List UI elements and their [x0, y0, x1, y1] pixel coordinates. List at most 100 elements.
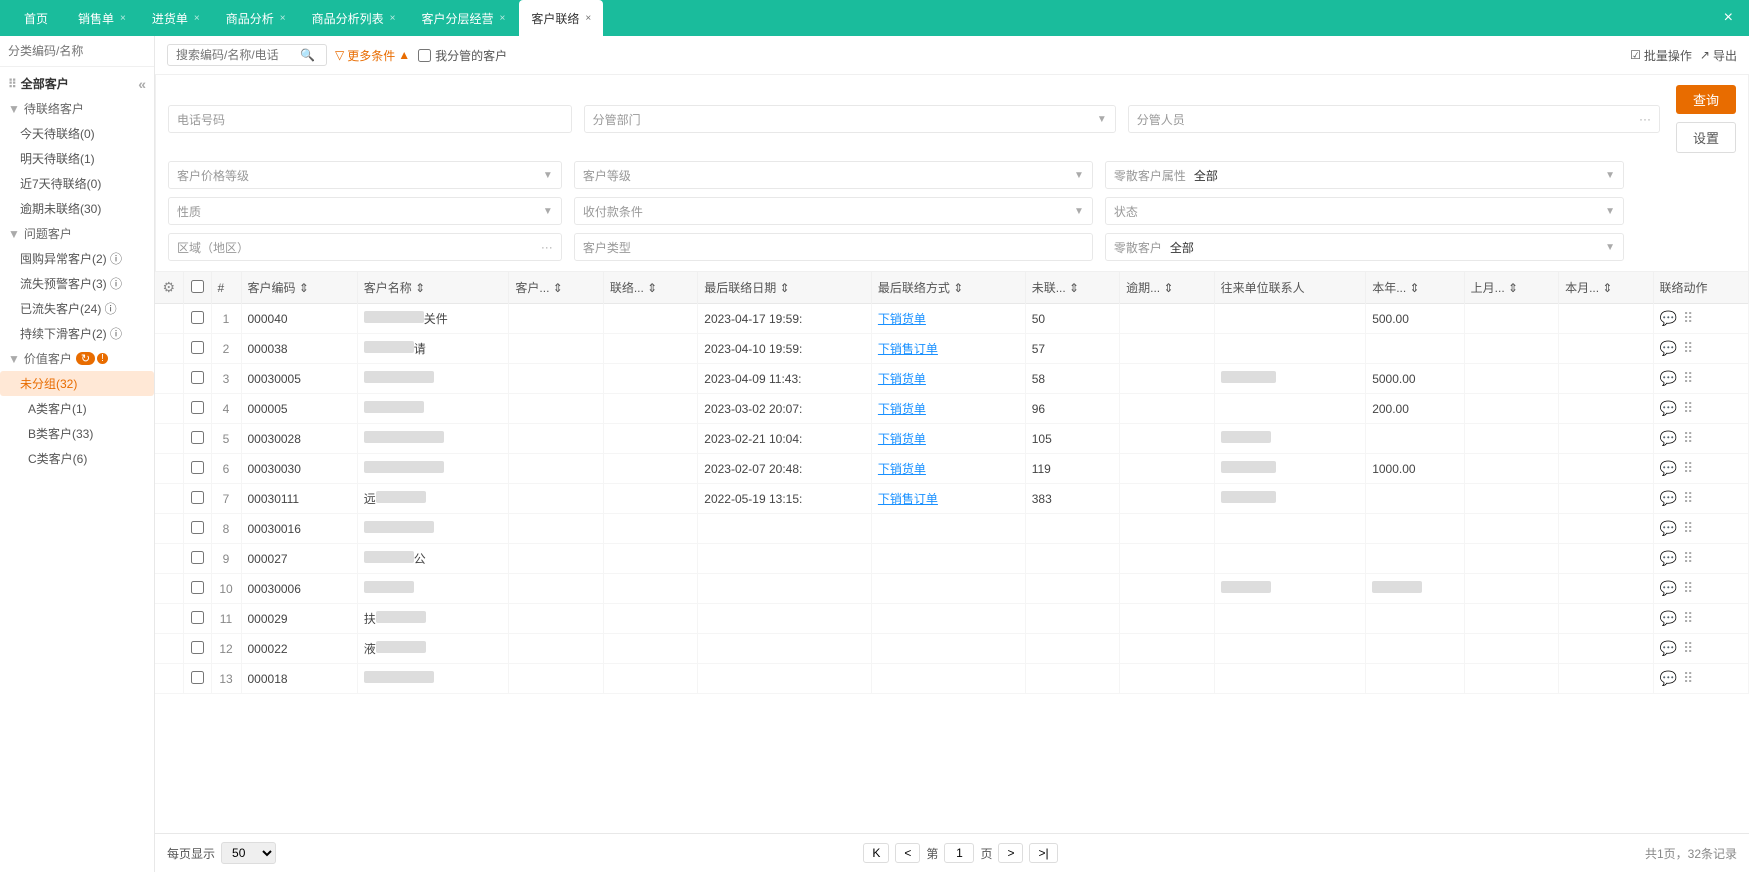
- sidebar-search-input[interactable]: [8, 44, 155, 58]
- sidebar-item-churned[interactable]: 已流失客户(24) ⓘ: [0, 296, 154, 321]
- search-input[interactable]: [176, 48, 296, 62]
- tab-sales[interactable]: 销售单 ×: [66, 0, 138, 36]
- sidebar-collapse-btn[interactable]: «: [138, 76, 146, 92]
- row-checkbox-cell[interactable]: [183, 574, 211, 604]
- row-checkbox-cell[interactable]: [183, 544, 211, 574]
- bulk-ops-button[interactable]: ☑ 批量操作: [1630, 47, 1692, 64]
- first-page-button[interactable]: K: [863, 843, 889, 863]
- sidebar-item-ungroup[interactable]: 未分组(32): [0, 371, 154, 396]
- query-button[interactable]: 查询: [1676, 85, 1736, 114]
- field-phone[interactable]: 电话号码: [168, 105, 572, 133]
- field-manager[interactable]: 分管人员 ···: [1128, 105, 1660, 133]
- field-nature[interactable]: 性质 ▼: [168, 197, 562, 225]
- chat-icon[interactable]: 💬: [1660, 370, 1677, 387]
- field-dept[interactable]: 分管部门 ▼: [584, 105, 1116, 133]
- tab-goods-list-close[interactable]: ×: [390, 13, 396, 24]
- sidebar-item-churn-warning[interactable]: 流失预警客户(3) ⓘ: [0, 271, 154, 296]
- row-last-way[interactable]: 下销货单: [871, 394, 1025, 424]
- row-last-way[interactable]: 下销货单: [871, 454, 1025, 484]
- row-checkbox-cell[interactable]: [183, 664, 211, 694]
- row-checkbox-cell[interactable]: [183, 304, 211, 334]
- grid-action-icon[interactable]: ⠿: [1683, 550, 1693, 567]
- my-customers-toggle[interactable]: 我分管的客户: [418, 47, 507, 64]
- tab-goods-analysis-close[interactable]: ×: [280, 13, 286, 24]
- grid-action-icon[interactable]: ⠿: [1683, 580, 1693, 597]
- col-checkbox[interactable]: [183, 272, 211, 304]
- tab-goods-analysis[interactable]: 商品分析 ×: [214, 0, 298, 36]
- field-phone-input[interactable]: [233, 112, 563, 126]
- sidebar-item-declining[interactable]: 持续下滑客户(2) ⓘ: [0, 321, 154, 346]
- page-number-input[interactable]: [944, 843, 974, 863]
- row-checkbox-cell[interactable]: [183, 424, 211, 454]
- field-retail-customer[interactable]: 零散客户 全部 ▼: [1105, 233, 1624, 261]
- field-status[interactable]: 状态 ▼: [1105, 197, 1624, 225]
- close-all-tabs[interactable]: ×: [1716, 9, 1741, 27]
- col-last-way[interactable]: 最后联络方式 ⇕: [871, 272, 1025, 304]
- export-button[interactable]: ↗ 导出: [1700, 47, 1737, 64]
- col-overdue[interactable]: 逾期... ⇕: [1120, 272, 1214, 304]
- grid-action-icon[interactable]: ⠿: [1683, 400, 1693, 417]
- grid-action-icon[interactable]: ⠿: [1683, 460, 1693, 477]
- chat-icon[interactable]: 💬: [1660, 520, 1677, 537]
- page-size-select-input[interactable]: 50 20 100: [221, 842, 276, 864]
- grid-action-icon[interactable]: ⠿: [1683, 670, 1693, 687]
- next-page-button[interactable]: >: [998, 843, 1023, 863]
- chat-icon[interactable]: 💬: [1660, 430, 1677, 447]
- col-last-date[interactable]: 最后联络日期 ⇕: [698, 272, 872, 304]
- grid-action-icon[interactable]: ⠿: [1683, 370, 1693, 387]
- grid-action-icon[interactable]: ⠿: [1683, 340, 1693, 357]
- field-price-level[interactable]: 客户价格等级 ▼: [168, 161, 562, 189]
- tab-home[interactable]: 首页: [8, 0, 64, 36]
- field-payment[interactable]: 收付款条件 ▼: [574, 197, 1093, 225]
- col-this-month[interactable]: 本月... ⇕: [1559, 272, 1653, 304]
- more-conditions-toggle[interactable]: ▽ 更多条件 ▲: [335, 47, 410, 64]
- grid-action-icon[interactable]: ⠿: [1683, 310, 1693, 327]
- tab-customer-contact-close[interactable]: ×: [585, 13, 591, 24]
- chat-icon[interactable]: 💬: [1660, 610, 1677, 627]
- tab-customer-contact[interactable]: 客户联络 ×: [519, 0, 603, 36]
- prev-page-button[interactable]: <: [895, 843, 920, 863]
- col-name[interactable]: 客户名称 ⇕: [357, 272, 509, 304]
- chat-icon[interactable]: 💬: [1660, 550, 1677, 567]
- col-last-month[interactable]: 上月... ⇕: [1464, 272, 1558, 304]
- group-problem-customers[interactable]: ▼ 问题客户: [0, 221, 154, 246]
- row-checkbox-cell[interactable]: [183, 484, 211, 514]
- sidebar-item-hoarding[interactable]: 囤购异常客户(2) ⓘ: [0, 246, 154, 271]
- row-checkbox-cell[interactable]: [183, 454, 211, 484]
- row-last-way[interactable]: 下销售订单: [871, 334, 1025, 364]
- row-last-way[interactable]: 下销货单: [871, 424, 1025, 454]
- chat-icon[interactable]: 💬: [1660, 400, 1677, 417]
- row-last-way[interactable]: 下销售订单: [871, 484, 1025, 514]
- field-customer-type[interactable]: 客户类型: [574, 233, 1093, 261]
- sidebar-item-a-class[interactable]: A类客户(1): [0, 396, 154, 421]
- sidebar-item-c-class[interactable]: C类客户(6): [0, 446, 154, 471]
- col-cust-type[interactable]: 客户... ⇕: [509, 272, 603, 304]
- chat-icon[interactable]: 💬: [1660, 340, 1677, 357]
- row-last-way[interactable]: 下销货单: [871, 364, 1025, 394]
- sidebar-item-today[interactable]: 今天待联络(0): [0, 121, 154, 146]
- chat-icon[interactable]: 💬: [1660, 640, 1677, 657]
- sidebar-item-tomorrow[interactable]: 明天待联络(1): [0, 146, 154, 171]
- grid-action-icon[interactable]: ⠿: [1683, 430, 1693, 447]
- chat-icon[interactable]: 💬: [1660, 310, 1677, 327]
- col-year-amount[interactable]: 本年... ⇕: [1366, 272, 1464, 304]
- group-pending-contact[interactable]: ▼ 待联络客户: [0, 96, 154, 121]
- tab-customer-tier[interactable]: 客户分层经营 ×: [409, 0, 517, 36]
- chat-icon[interactable]: 💬: [1660, 460, 1677, 477]
- grid-action-icon[interactable]: ⠿: [1683, 640, 1693, 657]
- chat-icon[interactable]: 💬: [1660, 670, 1677, 687]
- col-not-contacted[interactable]: 未联... ⇕: [1025, 272, 1119, 304]
- row-checkbox-cell[interactable]: [183, 364, 211, 394]
- last-page-button[interactable]: >|: [1029, 843, 1057, 863]
- grid-action-icon[interactable]: ⠿: [1683, 610, 1693, 627]
- grid-action-icon[interactable]: ⠿: [1683, 520, 1693, 537]
- tab-customer-tier-close[interactable]: ×: [499, 13, 505, 24]
- tab-sales-close[interactable]: ×: [120, 13, 126, 24]
- chat-icon[interactable]: 💬: [1660, 490, 1677, 507]
- tab-purchase-close[interactable]: ×: [194, 13, 200, 24]
- row-last-way[interactable]: 下销货单: [871, 304, 1025, 334]
- search-box[interactable]: 🔍: [167, 44, 327, 66]
- reset-button[interactable]: 设置: [1676, 122, 1736, 153]
- tab-purchase[interactable]: 进货单 ×: [140, 0, 212, 36]
- row-checkbox-cell[interactable]: [183, 334, 211, 364]
